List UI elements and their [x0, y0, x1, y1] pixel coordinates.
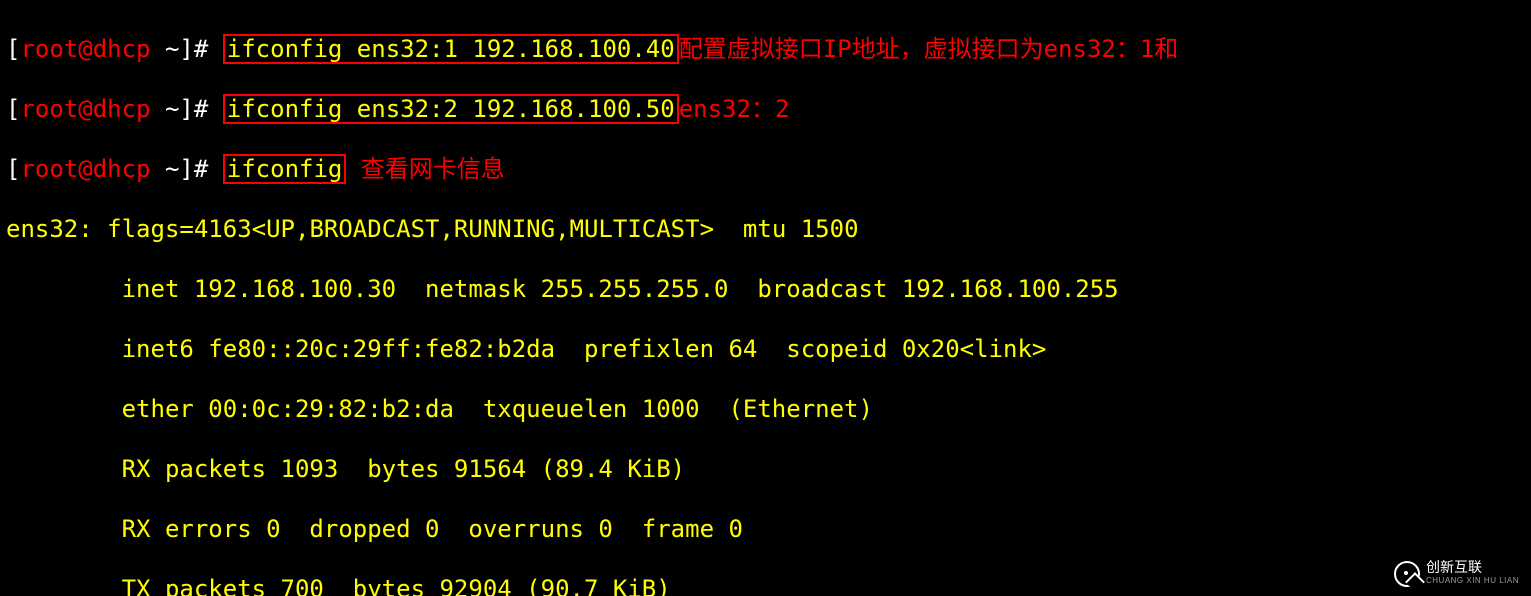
prompt-open: [	[6, 35, 20, 63]
annotation-1b: ens32：2	[679, 95, 790, 123]
cmd-line-3: [root@dhcp ~]# ifconfig 查看网卡信息	[6, 154, 1525, 184]
cmd-line-1: [root@dhcp ~]# ifconfig ens32:1 192.168.…	[6, 34, 1525, 64]
cmd1-highlight: ifconfig ens32:1 192.168.100.40	[223, 34, 679, 64]
logo-cn: 创新互联	[1426, 560, 1519, 574]
cmd2-text: ifconfig ens32:2 192.168.100.50	[227, 95, 675, 123]
if0-txp: TX packets 700 bytes 92904 (90.7 KiB)	[6, 574, 1525, 596]
logo-text: 创新互联 CHUANG XIN HU LIAN	[1426, 560, 1519, 588]
annotation-1a: 配置虚拟接口IP地址，虚拟接口为ens32：1和	[679, 35, 1179, 63]
if0-ether: ether 00:0c:29:82:b2:da txqueuelen 1000 …	[6, 394, 1525, 424]
prompt-userhost: root@dhcp	[20, 35, 150, 63]
logo-en: CHUANG XIN HU LIAN	[1426, 574, 1519, 588]
cmd3-highlight: ifconfig	[223, 154, 347, 184]
annotation-2: 查看网卡信息	[361, 155, 505, 183]
if0-header: ens32: flags=4163<UP,BROADCAST,RUNNING,M…	[6, 214, 1525, 244]
if0-inet6: inet6 fe80::20c:29ff:fe82:b2da prefixlen…	[6, 334, 1525, 364]
if0-name: ens32:	[6, 215, 93, 243]
logo-icon	[1394, 561, 1420, 587]
watermark-logo: 创新互联 CHUANG XIN HU LIAN	[1394, 560, 1519, 588]
cmd2-highlight: ifconfig ens32:2 192.168.100.50	[223, 94, 679, 124]
terminal[interactable]: [root@dhcp ~]# ifconfig ens32:1 192.168.…	[0, 0, 1531, 596]
if0-flags: flags=4163<UP,BROADCAST,RUNNING,MULTICAS…	[93, 215, 859, 243]
cmd3-text: ifconfig	[227, 155, 343, 183]
cmd-line-2: [root@dhcp ~]# ifconfig ens32:2 192.168.…	[6, 94, 1525, 124]
if0-rxp: RX packets 1093 bytes 91564 (89.4 KiB)	[6, 454, 1525, 484]
if0-rxe: RX errors 0 dropped 0 overruns 0 frame 0	[6, 514, 1525, 544]
prompt-close: ]#	[179, 35, 222, 63]
cmd1-text: ifconfig ens32:1 192.168.100.40	[227, 35, 675, 63]
if0-inet: inet 192.168.100.30 netmask 255.255.255.…	[6, 274, 1525, 304]
prompt-path: ~	[151, 35, 180, 63]
